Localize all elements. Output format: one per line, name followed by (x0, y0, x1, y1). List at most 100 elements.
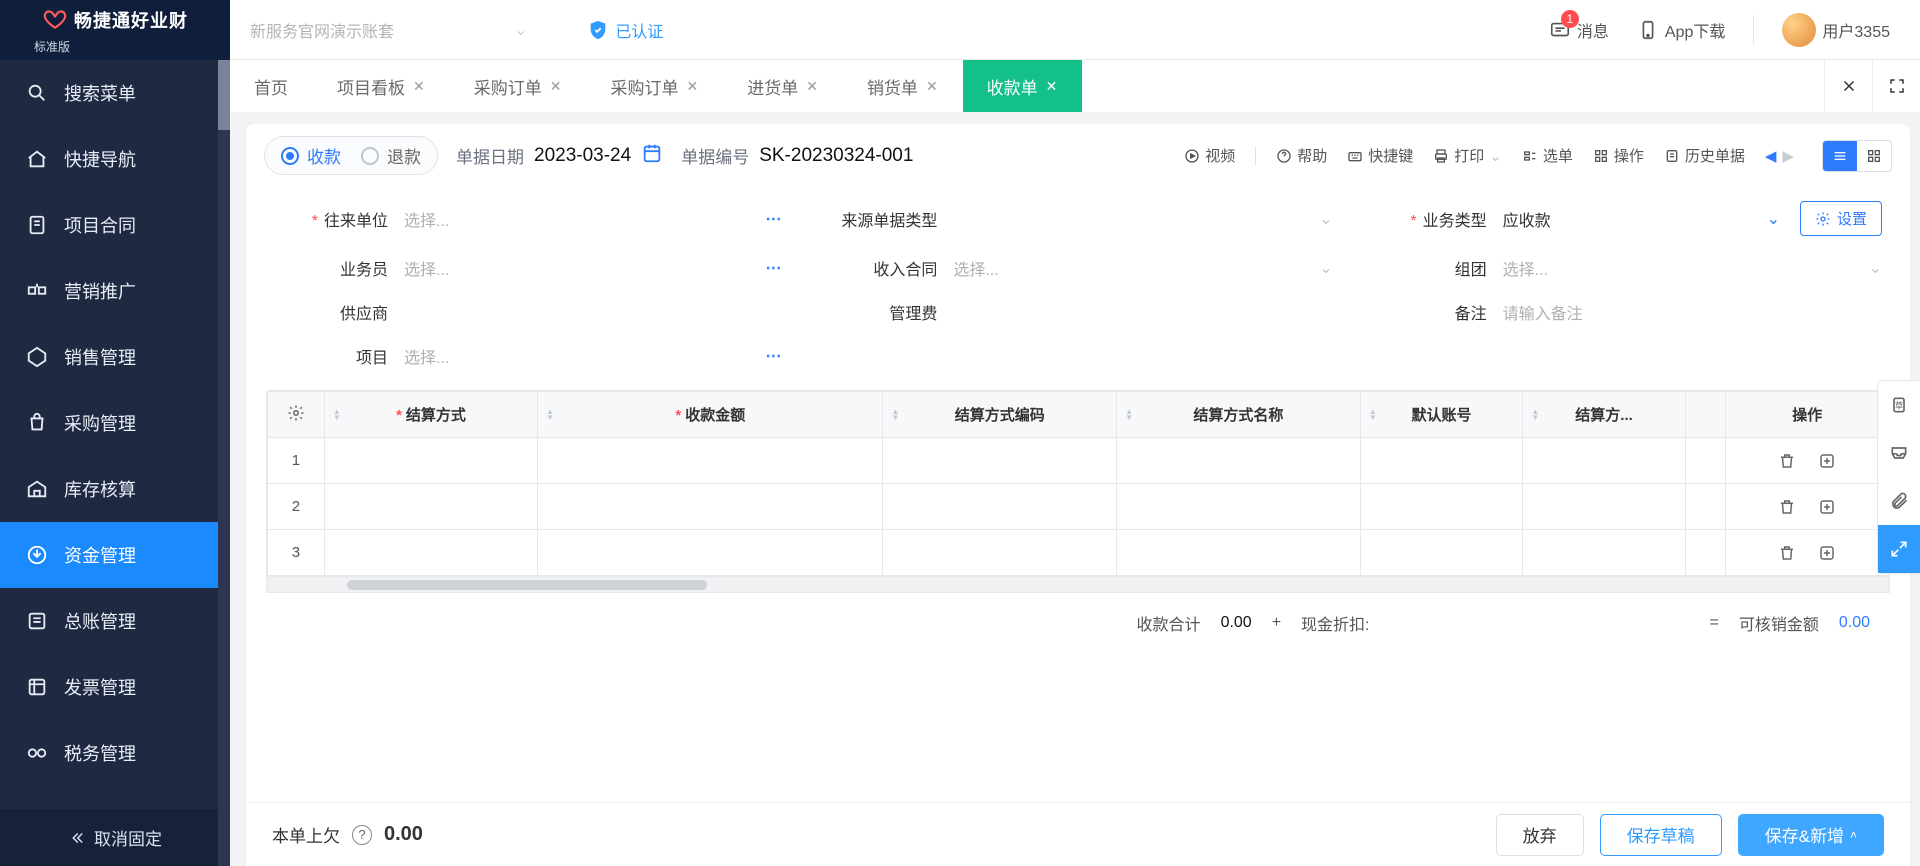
user-menu[interactable]: 用户3355 (1782, 13, 1890, 47)
delete-row-icon[interactable] (1778, 498, 1796, 516)
col-default-acct[interactable]: ▲▼默认账号 (1360, 392, 1523, 438)
tab-goods-in[interactable]: 进货单✕ (723, 60, 843, 112)
close-icon[interactable]: ✕ (806, 78, 818, 95)
sidebar-item-label: 采购管理 (64, 410, 136, 436)
close-icon[interactable]: ✕ (550, 78, 562, 95)
sidebar-item-search[interactable]: 搜索菜单 (0, 60, 230, 126)
print-button[interactable]: 打印⌄ (1433, 145, 1502, 166)
table-hscroll[interactable] (266, 577, 1890, 593)
project-input[interactable]: 选择...⋯ (404, 344, 783, 368)
delete-row-icon[interactable] (1778, 544, 1796, 562)
tabs-close-all-button[interactable] (1824, 60, 1872, 112)
settings-button[interactable]: 设置 (1800, 201, 1882, 236)
dock-draft-icon[interactable]: 草 (1878, 381, 1920, 429)
placeholder: 选择... (404, 207, 449, 231)
sidebar-item-ledger[interactable]: 总账管理 (0, 588, 230, 654)
tenant-selector[interactable]: 新服务官网演示账套 ⌄ (250, 18, 527, 42)
col-settle-method[interactable]: ▲▼结算方式 (324, 392, 537, 438)
tab-purchase-order-1[interactable]: 采购订单✕ (450, 60, 587, 112)
lookup-icon[interactable]: ⋯ (765, 346, 783, 366)
sidebar-item-sales[interactable]: 销售管理 (0, 324, 230, 390)
arrow-right-icon[interactable]: ▶ (1782, 147, 1794, 165)
detail-table: ▲▼结算方式 ▲▼收款金额 ▲▼结算方式编码 ▲▼结算方式名称 ▲▼默认账号 ▲… (266, 390, 1890, 577)
doc-code-value: SK-20230324-001 (759, 145, 913, 167)
col-settle-name[interactable]: ▲▼结算方式名称 (1117, 392, 1361, 438)
close-icon[interactable]: ✕ (1046, 78, 1058, 95)
sidebar-scrollbar[interactable] (218, 60, 230, 866)
tenant-name: 新服务官网演示账套 (250, 18, 394, 42)
close-icon[interactable]: ✕ (686, 78, 698, 95)
table-row[interactable]: 2 (268, 484, 1889, 530)
col-receive-amount[interactable]: ▲▼收款金额 (538, 392, 883, 438)
clerk-input[interactable]: 选择...⋯ (404, 256, 783, 280)
tabs-fullscreen-button[interactable] (1872, 60, 1920, 112)
tab-home[interactable]: 首页 (230, 60, 313, 112)
source-type-select[interactable]: ⌄ (953, 209, 1332, 229)
tab-purchase-order-2[interactable]: 采购订单✕ (586, 60, 723, 112)
income-contract-input[interactable]: 选择...⌄ (953, 256, 1332, 280)
sidebar-item-quicknav[interactable]: 快捷导航 (0, 126, 230, 192)
view-grid-button[interactable] (1857, 141, 1891, 171)
group-input[interactable]: 选择...⌄ (1503, 256, 1882, 280)
discard-button[interactable]: 放弃 (1496, 814, 1584, 856)
delete-row-icon[interactable] (1778, 452, 1796, 470)
help-icon[interactable]: ? (352, 825, 372, 845)
add-row-icon[interactable] (1818, 544, 1836, 562)
history-button[interactable]: 历史单据 (1664, 145, 1745, 166)
table-row[interactable]: 1 (268, 438, 1889, 484)
sidebar-item-purchase[interactable]: 采购管理 (0, 390, 230, 456)
shortcut-button[interactable]: 快捷键 (1347, 145, 1413, 166)
tab-receipt[interactable]: 收款单 ✕ (963, 60, 1083, 112)
col-config[interactable] (268, 392, 325, 438)
doc-date-value[interactable]: 2023-03-24 (534, 145, 631, 167)
tab-project-board[interactable]: 项目看板✕ (313, 60, 450, 112)
totals-sum-value: 0.00 (1221, 614, 1252, 632)
sidebar-item-tax[interactable]: 税务管理 (0, 720, 230, 786)
remark-input[interactable]: 请输入备注 (1503, 300, 1882, 324)
sidebar-item-funds[interactable]: 资金管理 (0, 522, 230, 588)
app-download-button[interactable]: App下载 (1637, 18, 1725, 42)
sidebar-item-inventory[interactable]: 库存核算 (0, 456, 230, 522)
brand-name: 畅捷通好业财 (74, 7, 188, 33)
col-settle-code[interactable]: ▲▼结算方式编码 (883, 392, 1117, 438)
totals-sum-label: 收款合计 (1137, 611, 1201, 635)
close-icon[interactable]: ✕ (926, 78, 938, 95)
sidebar-item-project-contract[interactable]: 项目合同 (0, 192, 230, 258)
lookup-icon[interactable]: ⋯ (765, 258, 783, 278)
doc-toolbar: 收款 退款 单据日期 2023-03-24 单据编号 SK-20230324-0… (246, 124, 1910, 183)
view-list-button[interactable] (1823, 141, 1857, 171)
sidebar-item-marketing[interactable]: 营销推广 (0, 258, 230, 324)
add-row-icon[interactable] (1818, 498, 1836, 516)
tab-sales-order[interactable]: 销货单✕ (843, 60, 963, 112)
help-button[interactable]: 帮助 (1276, 145, 1327, 166)
form-area: 往来单位 选择...⋯ 来源单据类型 ⌄ 业务类型 应收款⌄ 设置 (246, 183, 1910, 382)
add-row-icon[interactable] (1818, 452, 1836, 470)
sidebar-unpin-button[interactable]: 取消固定 (0, 809, 230, 866)
sidebar-item-invoice[interactable]: 发票管理 (0, 654, 230, 720)
close-icon[interactable]: ✕ (413, 78, 425, 95)
table-row[interactable]: 3 (268, 530, 1889, 576)
sidebar-item-label: 总账管理 (64, 608, 136, 634)
partner-input[interactable]: 选择... ⋯ (404, 207, 783, 231)
ops-button[interactable]: 操作 (1593, 145, 1644, 166)
arrow-left-icon[interactable]: ◀ (1765, 147, 1777, 165)
col-more[interactable] (1685, 392, 1726, 438)
save-new-button[interactable]: 保存&新增˄ (1738, 814, 1884, 856)
biz-type-select[interactable]: 应收款⌄ (1503, 207, 1780, 231)
action-label: 选单 (1543, 145, 1573, 166)
dock-attachment-icon[interactable] (1878, 477, 1920, 525)
messages-button[interactable]: 1 消息 (1549, 18, 1609, 42)
lookup-icon[interactable]: ⋯ (765, 209, 783, 229)
tab-label: 收款单 (987, 74, 1038, 99)
doc-type-receive[interactable]: 收款 (281, 143, 341, 168)
pick-button[interactable]: 选单 (1522, 145, 1573, 166)
video-button[interactable]: 视频 (1184, 145, 1235, 166)
dock-inbox-icon[interactable] (1878, 429, 1920, 477)
dock-expand-icon[interactable] (1878, 525, 1920, 573)
doc-type-refund[interactable]: 退款 (361, 143, 421, 168)
view-switch (1822, 140, 1892, 172)
calendar-icon[interactable] (641, 142, 663, 169)
col-settle-extra[interactable]: ▲▼结算方... (1523, 392, 1686, 438)
chevron-down-icon: ⌄ (1767, 209, 1780, 229)
save-draft-button[interactable]: 保存草稿 (1600, 814, 1722, 856)
